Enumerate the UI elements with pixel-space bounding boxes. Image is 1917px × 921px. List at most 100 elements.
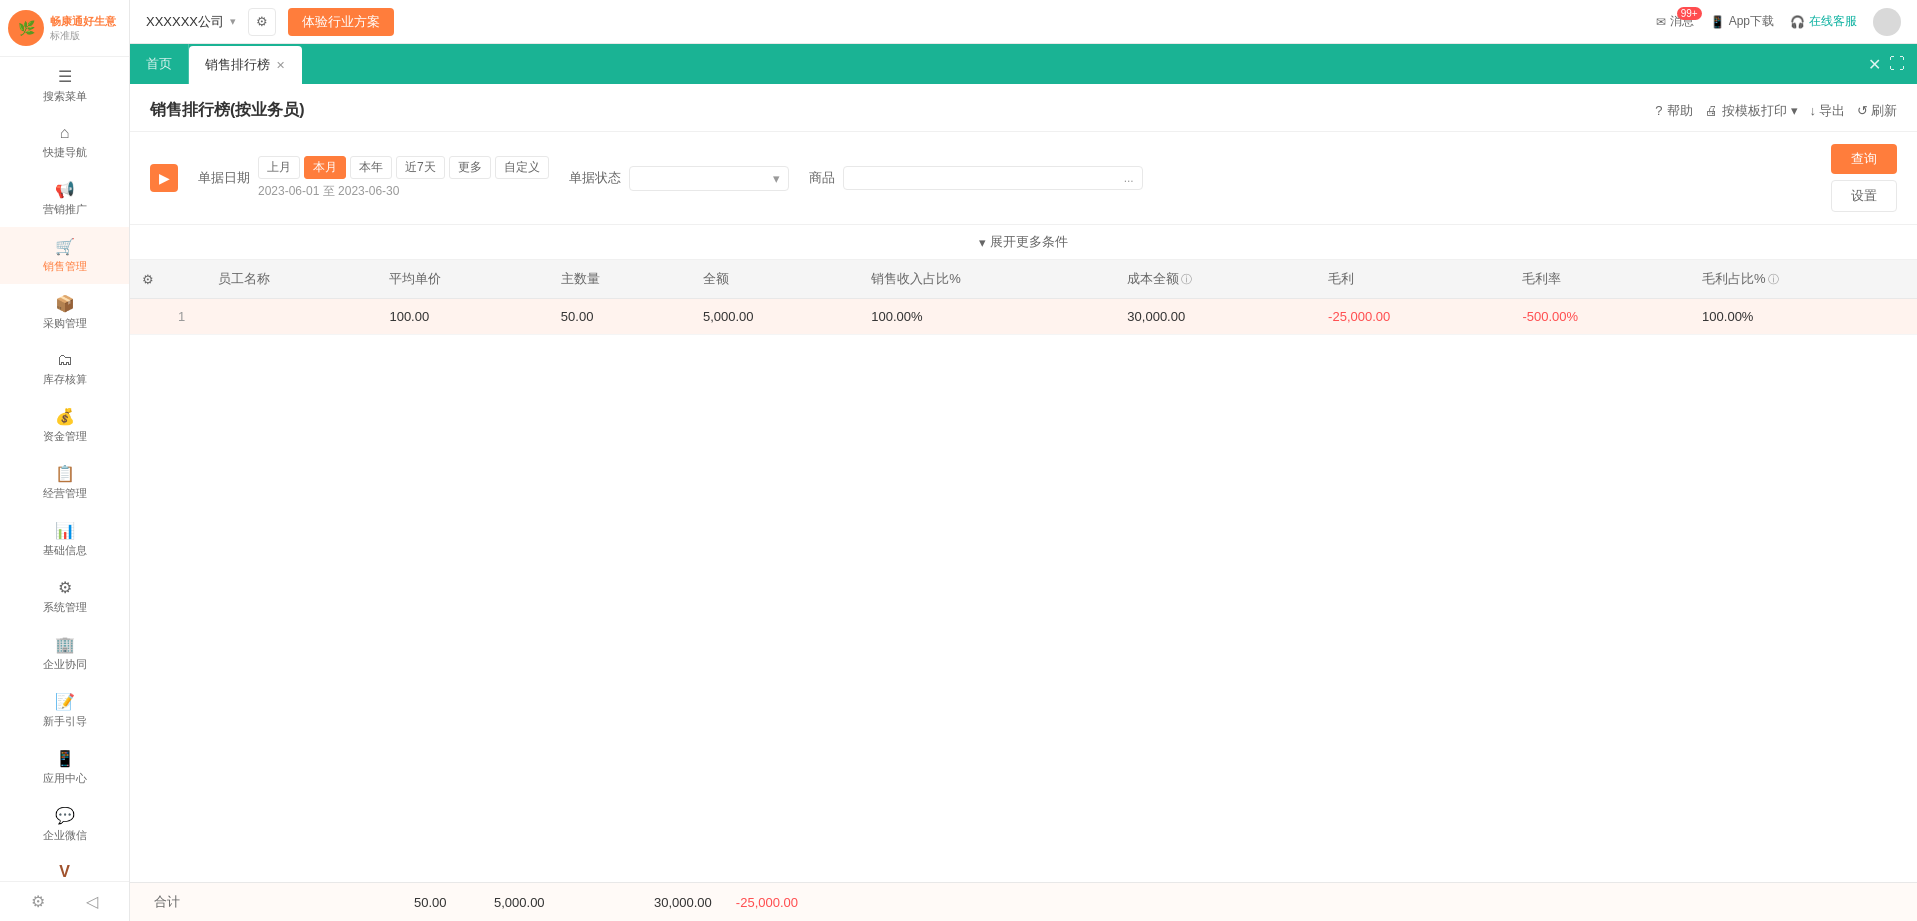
sidebar-item-appcenter[interactable]: 📱 应用中心 xyxy=(0,739,129,796)
col-gross: 毛利 xyxy=(1316,260,1510,299)
sidebar-item-label: 新手引导 xyxy=(43,714,87,729)
sidebar-item-operations[interactable]: 📋 经营管理 xyxy=(0,454,129,511)
baseinfo-icon: 📊 xyxy=(55,521,75,540)
sidebar-item-inventory[interactable]: 🗂 库存核算 xyxy=(0,341,129,397)
sidebar-item-label: 资金管理 xyxy=(43,429,87,444)
sidebar-item-purchase[interactable]: 📦 采购管理 xyxy=(0,284,129,341)
sidebar-item-search[interactable]: ☰ 搜索菜单 xyxy=(0,57,129,114)
goods-input[interactable]: ... xyxy=(843,166,1143,190)
logo-text: 畅康通好生意 标准版 xyxy=(50,14,116,43)
content-area: 销售排行榜(按业务员) ? 帮助 🖨 按模板打印 ▾ ↓ 导出 xyxy=(130,84,1917,921)
sidebar-item-label: 销售管理 xyxy=(43,259,87,274)
cell-sales-pct: 100.00% xyxy=(859,299,1115,335)
cell-amount: 5,000.00 xyxy=(691,299,859,335)
col-amount: 全额 xyxy=(691,260,859,299)
help-button[interactable]: ? 帮助 xyxy=(1655,102,1692,120)
wechat-icon: 💬 xyxy=(55,806,75,825)
filter-bar: ▶ 单据日期 上月 本月 本年 近7天 更多 自定义 2023-06-01 xyxy=(130,132,1917,225)
goods-more-link[interactable]: ... xyxy=(1124,171,1134,185)
sidebar-item-label: 企业微信 xyxy=(43,828,87,843)
sidebar-footer: ⚙ ◁ xyxy=(0,881,129,921)
guide-icon: 📝 xyxy=(55,692,75,711)
app-download-button[interactable]: 📱 App下载 xyxy=(1710,13,1774,30)
chevron-down-icon: ▾ xyxy=(230,15,236,28)
export-button[interactable]: ↓ 导出 xyxy=(1810,102,1846,120)
user-avatar[interactable] xyxy=(1873,8,1901,36)
page-actions: ? 帮助 🖨 按模板打印 ▾ ↓ 导出 ↺ 刷新 xyxy=(1655,102,1897,120)
cost-info-icon[interactable]: ⓘ xyxy=(1181,272,1192,287)
col-cost: 成本全额 ⓘ xyxy=(1115,260,1316,299)
date-filter-group: 单据日期 上月 本月 本年 近7天 更多 自定义 2023-06-01 至 20… xyxy=(198,156,549,200)
sidebar-item-marketing[interactable]: 📢 营销推广 xyxy=(0,170,129,227)
page-title: 销售排行榜(按业务员) xyxy=(150,100,305,121)
message-button[interactable]: ✉ 消息 99+ xyxy=(1656,13,1694,30)
sidebar-item-system[interactable]: ⚙ 系统管理 xyxy=(0,568,129,625)
sidebar-item-enterprise[interactable]: 🏢 企业协同 xyxy=(0,625,129,682)
sidebar-item-quicknav[interactable]: ⌂ 快捷导航 xyxy=(0,114,129,170)
question-icon: ? xyxy=(1655,103,1662,118)
trial-button[interactable]: 体验行业方案 xyxy=(288,8,394,36)
status-select[interactable]: ▾ xyxy=(629,166,789,191)
sidebar-item-finance[interactable]: 💰 资金管理 xyxy=(0,397,129,454)
sidebar-item-label: 系统管理 xyxy=(43,600,87,615)
date-custom-button[interactable]: 自定义 xyxy=(495,156,549,179)
filter-toggle-button[interactable]: ▶ xyxy=(150,164,178,192)
sidebar-item-label: 搜索菜单 xyxy=(43,89,87,104)
footer-cost: 30,000.00 xyxy=(642,895,724,910)
tab-minimize-icon[interactable]: ✕ xyxy=(1868,55,1881,74)
company-name: XXXXXX公司 xyxy=(146,13,224,31)
gross-pct-info-icon[interactable]: ⓘ xyxy=(1768,272,1779,287)
date-this-year-button[interactable]: 本年 xyxy=(350,156,392,179)
date-this-month-button[interactable]: 本月 xyxy=(304,156,346,179)
expand-more-row: ▾ 展开更多条件 xyxy=(130,225,1917,260)
query-button[interactable]: 查询 xyxy=(1831,144,1897,174)
sidebar-item-label: 应用中心 xyxy=(43,771,87,786)
settings-button[interactable]: 设置 xyxy=(1831,180,1897,212)
sidebar-item-sales[interactable]: 🛒 销售管理 xyxy=(0,227,129,284)
date-more-button[interactable]: 更多 xyxy=(449,156,491,179)
phone-icon: 📱 xyxy=(1710,15,1725,29)
system-icon: ⚙ xyxy=(58,578,72,597)
tab-maximize-icon[interactable]: ⛶ xyxy=(1889,55,1905,73)
cell-gross-rate: -500.00% xyxy=(1510,299,1690,335)
cell-employee-name xyxy=(206,299,377,335)
cell-settings xyxy=(130,299,166,335)
col-settings[interactable]: ⚙ xyxy=(130,260,166,299)
online-service-button[interactable]: 🎧 在线客服 xyxy=(1790,13,1857,30)
sidebar-collapse-button[interactable]: ◁ xyxy=(86,892,98,911)
col-employee-name: 员工名称 xyxy=(206,260,377,299)
col-avg-price: 平均单价 xyxy=(377,260,548,299)
cell-rank: 1 xyxy=(166,299,206,335)
print-button[interactable]: 🖨 按模板打印 ▾ xyxy=(1705,102,1798,120)
operations-icon: 📋 xyxy=(55,464,75,483)
sidebar-item-member[interactable]: V 畅会员 xyxy=(0,853,129,881)
sidebar-item-label: 采购管理 xyxy=(43,316,87,331)
table-footer: 合计 50.00 5,000.00 30,000.00 -25,000.00 xyxy=(130,882,1917,921)
expand-more-button[interactable]: ▾ 展开更多条件 xyxy=(979,233,1068,251)
finance-icon: 💰 xyxy=(55,407,75,426)
sidebar-item-baseinfo[interactable]: 📊 基础信息 xyxy=(0,511,129,568)
company-selector[interactable]: XXXXXX公司 ▾ xyxy=(146,13,236,31)
tab-close-icon[interactable]: ✕ xyxy=(276,59,285,72)
sidebar-item-label: 营销推广 xyxy=(43,202,87,217)
date-7days-button[interactable]: 近7天 xyxy=(396,156,445,179)
sidebar-item-wechat[interactable]: 💬 企业微信 xyxy=(0,796,129,853)
date-last-month-button[interactable]: 上月 xyxy=(258,156,300,179)
tab-sales-rank[interactable]: 销售排行榜 ✕ xyxy=(189,46,302,84)
main-area: XXXXXX公司 ▾ ⚙ 体验行业方案 ✉ 消息 99+ 📱 App下载 🎧 在… xyxy=(130,0,1917,921)
header-right: ✉ 消息 99+ 📱 App下载 🎧 在线客服 xyxy=(1656,8,1901,36)
tab-home[interactable]: 首页 xyxy=(130,44,189,84)
sidebar-settings-button[interactable]: ⚙ xyxy=(31,892,45,911)
col-qty: 主数量 xyxy=(549,260,691,299)
col-gross-pct: 毛利占比% ⓘ xyxy=(1690,260,1917,299)
sidebar-item-guide[interactable]: 📝 新手引导 xyxy=(0,682,129,739)
chevron-down-icon: ▾ xyxy=(979,235,986,250)
footer-amount: 5,000.00 xyxy=(482,895,562,910)
goods-filter-group: 商品 ... xyxy=(809,166,1143,190)
tab-actions: ✕ ⛶ xyxy=(1856,55,1917,74)
gear-icon: ⚙ xyxy=(256,14,268,29)
date-quick-buttons: 上月 本月 本年 近7天 更多 自定义 xyxy=(258,156,549,179)
header-settings-button[interactable]: ⚙ xyxy=(248,8,276,36)
member-icon: V xyxy=(59,863,70,881)
refresh-button[interactable]: ↺ 刷新 xyxy=(1857,102,1897,120)
